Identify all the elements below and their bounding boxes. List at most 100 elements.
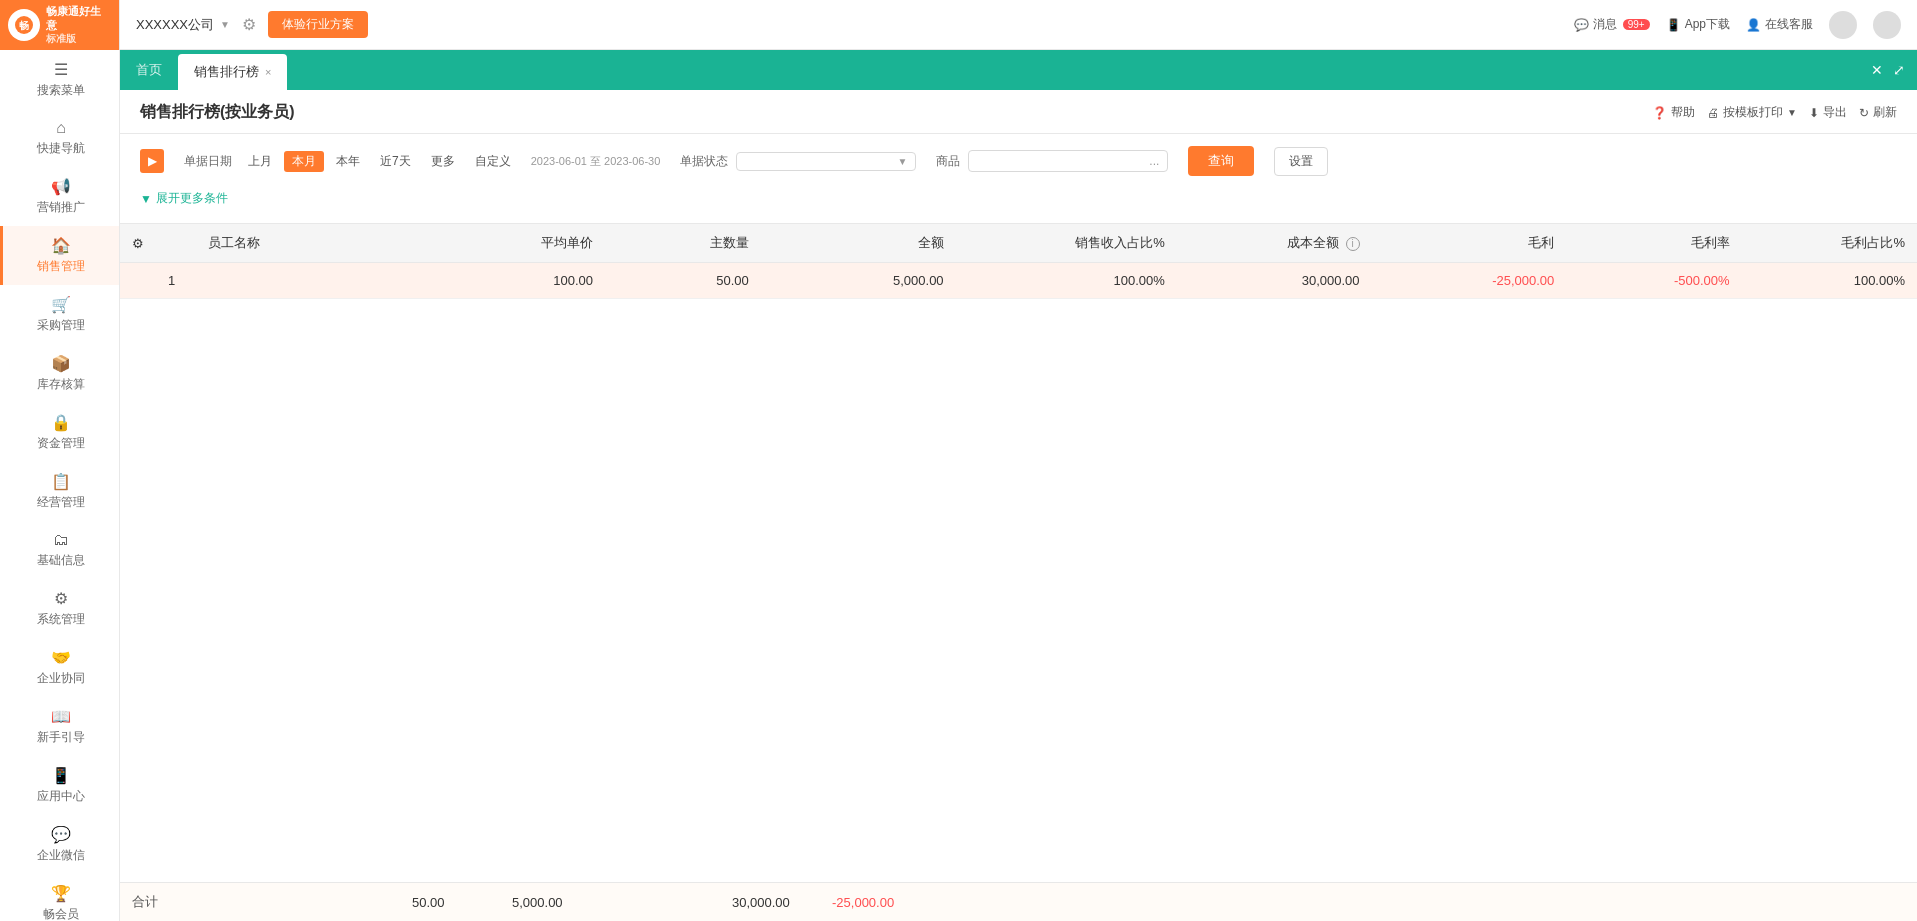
print-button[interactable]: 🖨 按模板打印 ▼ xyxy=(1707,104,1797,121)
filter-status-select[interactable]: ▼ xyxy=(736,152,916,171)
col-profit-rate: 毛利率 xyxy=(1566,224,1741,263)
filter-date-tabs: 上月 本月 本年 近7天 更多 自定义 xyxy=(240,151,519,172)
col-settings[interactable]: ⚙ xyxy=(120,224,156,263)
sidebar-item-finance[interactable]: 🔒 资金管理 xyxy=(0,403,119,462)
footer-qty-val: 50.00 xyxy=(412,895,492,910)
filter-tab-more[interactable]: 更多 xyxy=(423,151,463,172)
logo: 畅 畅康通好生意 标准版 xyxy=(0,0,119,50)
logo-sub: 标准版 xyxy=(46,32,111,46)
sidebar-item-inventory[interactable]: 📦 库存核算 xyxy=(0,344,119,403)
sidebar-item-enterprise[interactable]: 🤝 企业协同 xyxy=(0,638,119,697)
settings-icon[interactable]: ⚙ xyxy=(242,15,256,34)
chevron-down-icon: ▼ xyxy=(220,19,230,30)
tab-home[interactable]: 首页 xyxy=(120,50,178,90)
operation-icon: 📋 xyxy=(51,472,71,491)
print-label: 按模板打印 xyxy=(1723,104,1783,121)
sidebar-item-label: 新手引导 xyxy=(37,729,85,746)
sidebar-item-system[interactable]: ⚙ 系统管理 xyxy=(0,579,119,638)
cell-profit: -25,000.00 xyxy=(1372,263,1567,299)
sidebar-item-member[interactable]: 🏆 畅会员 xyxy=(0,874,119,921)
cell-avg-price: 100.00 xyxy=(430,263,605,299)
filter-status-item: 单据状态 ▼ xyxy=(680,152,916,171)
expand-more-button[interactable]: ▼ 展开更多条件 xyxy=(140,186,1897,211)
sidebar-item-app-center[interactable]: 📱 应用中心 xyxy=(0,756,119,815)
expand-row: ▼ 展开更多条件 xyxy=(140,186,1897,211)
sidebar-item-basic-info[interactable]: 🗂 基础信息 xyxy=(0,521,119,579)
tab-close-icon[interactable]: × xyxy=(265,66,271,78)
cell-settings xyxy=(120,263,156,299)
sidebar-item-sales[interactable]: 🏠 销售管理 xyxy=(0,226,119,285)
download-item[interactable]: 📱 App下载 xyxy=(1666,16,1730,33)
tab-close-window-icon[interactable]: ✕ xyxy=(1871,62,1883,78)
main: XXXXXX公司 ▼ ⚙ 体验行业方案 💬 消息 99+ 📱 App下载 👤 在… xyxy=(120,0,1917,921)
sidebar-item-label: 搜索菜单 xyxy=(37,82,85,99)
company-name: XXXXXX公司 xyxy=(136,16,214,34)
sidebar-item-marketing[interactable]: 📢 营销推广 xyxy=(0,167,119,226)
sidebar-item-operation[interactable]: 📋 经营管理 xyxy=(0,462,119,521)
basicinfo-icon: 🗂 xyxy=(53,531,69,549)
message-icon: 💬 xyxy=(1574,18,1589,32)
refresh-label: 刷新 xyxy=(1873,104,1897,121)
filter-goods-dots: ... xyxy=(1149,154,1159,168)
sidebar-item-guide[interactable]: 📖 新手引导 xyxy=(0,697,119,756)
sidebar-item-wechat[interactable]: 💬 企业微信 xyxy=(0,815,119,874)
sidebar-item-label: 快捷导航 xyxy=(37,140,85,157)
page-title: 销售排行榜(按业务员) xyxy=(140,102,295,123)
message-item[interactable]: 💬 消息 99+ xyxy=(1574,16,1650,33)
export-button[interactable]: ⬇ 导出 xyxy=(1809,104,1847,121)
filter-tab-custom[interactable]: 自定义 xyxy=(467,151,519,172)
filter-goods-item: 商品 ... xyxy=(936,150,1168,172)
refresh-icon: ↻ xyxy=(1859,106,1869,120)
sidebar-item-quick-nav[interactable]: ⌂ 快捷导航 xyxy=(0,109,119,167)
avatar2 xyxy=(1873,11,1901,39)
filter-tab-last-month[interactable]: 上月 xyxy=(240,151,280,172)
col-amount: 全额 xyxy=(761,224,956,263)
sidebar-item-label: 企业微信 xyxy=(37,847,85,864)
filter-goods-select[interactable]: ... xyxy=(968,150,1168,172)
table-container: ⚙ 员工名称 平均单价 主数量 全额 xyxy=(120,224,1917,882)
col-name-label: 员工名称 xyxy=(208,235,260,250)
filter-tab-7days[interactable]: 近7天 xyxy=(372,151,419,172)
print-icon: 🖨 xyxy=(1707,106,1719,120)
set-button[interactable]: 设置 xyxy=(1274,147,1328,176)
filter-date-label: 单据日期 xyxy=(184,153,232,170)
expand-label: 展开更多条件 xyxy=(156,190,228,207)
filter-tab-this-year[interactable]: 本年 xyxy=(328,151,368,172)
cell-rank: 1 xyxy=(156,263,196,299)
page-header: 销售排行榜(按业务员) ❓ 帮助 🖨 按模板打印 ▼ ⬇ 导出 ↻ 刷新 xyxy=(120,90,1917,134)
svg-text:畅: 畅 xyxy=(19,20,29,31)
col-avg-price: 平均单价 xyxy=(430,224,605,263)
tab-fullscreen-icon[interactable]: ⤢ xyxy=(1893,62,1905,78)
logo-icon: 畅 xyxy=(8,9,40,41)
tab-sales-rank[interactable]: 销售排行榜 × xyxy=(178,54,287,90)
col-cost-label: 成本全额 xyxy=(1287,235,1339,250)
cell-qty: 50.00 xyxy=(605,263,761,299)
sidebar-item-purchase[interactable]: 🛒 采购管理 xyxy=(0,285,119,344)
filter-row: ▶ 单据日期 上月 本月 本年 近7天 更多 自定义 2023-06-01 至 … xyxy=(140,146,1897,176)
company-selector[interactable]: XXXXXX公司 ▼ xyxy=(136,16,230,34)
help-button[interactable]: ❓ 帮助 xyxy=(1652,104,1695,121)
message-label: 消息 xyxy=(1593,16,1617,33)
filter-area: ▶ 单据日期 上月 本月 本年 近7天 更多 自定义 2023-06-01 至 … xyxy=(120,134,1917,224)
table-header-row: ⚙ 员工名称 平均单价 主数量 全额 xyxy=(120,224,1917,263)
col-rank xyxy=(156,224,196,263)
col-cost-info-icon[interactable]: i xyxy=(1346,237,1360,251)
filter-tab-this-month[interactable]: 本月 xyxy=(284,151,324,172)
member-icon: 🏆 xyxy=(51,884,71,903)
filter-toggle-button[interactable]: ▶ xyxy=(140,149,164,173)
col-qty-label: 主数量 xyxy=(710,235,749,250)
col-qty: 主数量 xyxy=(605,224,761,263)
sidebar-item-label: 基础信息 xyxy=(37,552,85,569)
filter-goods-label: 商品 xyxy=(936,153,960,170)
sidebar-item-label: 资金管理 xyxy=(37,435,85,452)
trial-button[interactable]: 体验行业方案 xyxy=(268,11,368,38)
refresh-button[interactable]: ↻ 刷新 xyxy=(1859,104,1897,121)
sidebar-item-search[interactable]: ☰ 搜索菜单 xyxy=(0,50,119,109)
download-label: App下载 xyxy=(1685,16,1730,33)
logo-text: 畅康通好生意 xyxy=(46,4,111,33)
filter-status-chevron-icon: ▼ xyxy=(897,156,907,167)
service-item[interactable]: 👤 在线客服 xyxy=(1746,16,1813,33)
home-icon: ⌂ xyxy=(56,119,66,137)
query-button[interactable]: 查询 xyxy=(1188,146,1254,176)
data-table: ⚙ 员工名称 平均单价 主数量 全额 xyxy=(120,224,1917,299)
